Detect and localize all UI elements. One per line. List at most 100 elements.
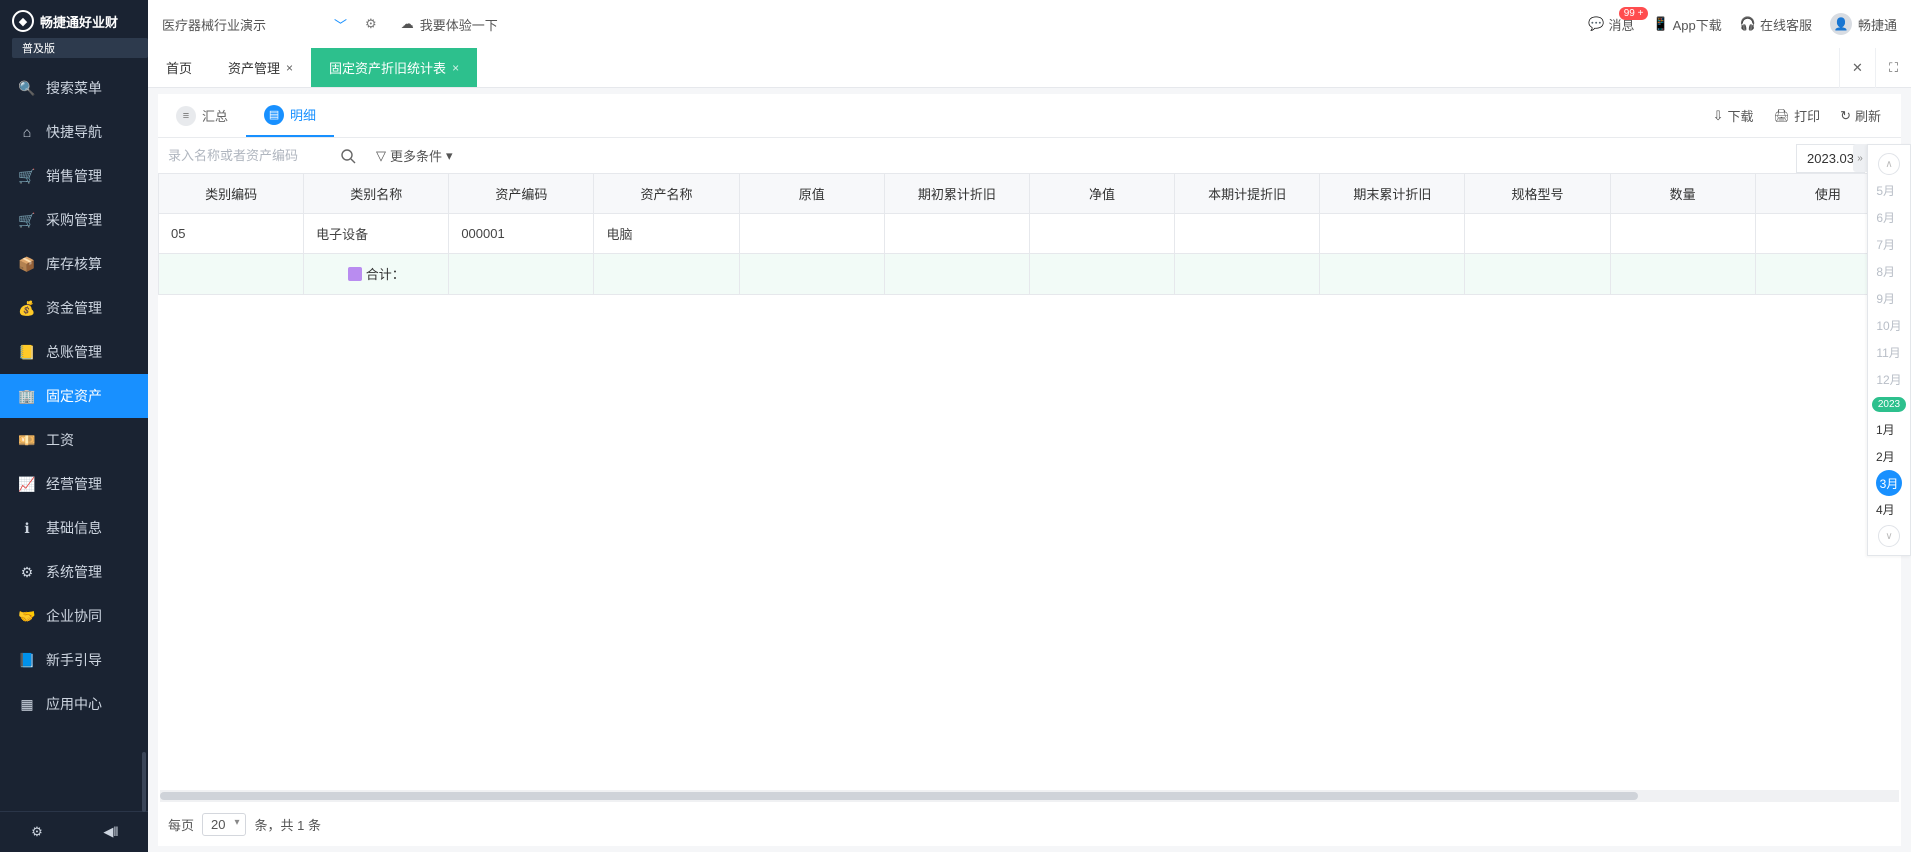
period-month[interactable]: 3月: [1876, 470, 1902, 496]
view-row: ≡汇总 ▤ 明细 ⇩ 下载 🖨 打印 ↻ 刷新: [158, 94, 1901, 138]
cell-0-5: [884, 214, 1029, 254]
col-header-4[interactable]: 原值: [739, 174, 884, 214]
period-month[interactable]: 4月: [1876, 496, 1902, 523]
org-selector[interactable]: 医疗器械行业演示 ﹀: [162, 15, 347, 34]
col-header-0[interactable]: 类别编码: [159, 174, 304, 214]
refresh-button[interactable]: ↻ 刷新: [1840, 106, 1881, 125]
col-header-7[interactable]: 本期计提折旧: [1175, 174, 1320, 214]
cell-0-2: 000001: [449, 214, 594, 254]
sidebar-item-12[interactable]: 🤝企业协同: [0, 594, 148, 638]
sidebar-item-label: 快捷导航: [46, 122, 102, 142]
col-header-8[interactable]: 期末累计折旧: [1320, 174, 1465, 214]
refresh-label: 刷新: [1855, 106, 1881, 125]
user-block[interactable]: 👤 畅捷通: [1830, 13, 1897, 35]
cell-0-7: [1175, 214, 1320, 254]
view-tabs: ≡汇总 ▤ 明细: [158, 94, 334, 137]
more-filter-button[interactable]: ▽ 更多条件 ▾: [376, 146, 453, 165]
gear-icon[interactable]: ⚙: [365, 16, 377, 32]
content: ≡汇总 ▤ 明细 ⇩ 下载 🖨 打印 ↻ 刷新: [148, 88, 1911, 852]
col-header-5[interactable]: 期初累计折旧: [884, 174, 1029, 214]
sidebar-item-label: 应用中心: [46, 694, 102, 714]
guide-icon: 📘: [18, 651, 36, 669]
sidebar-item-14[interactable]: ▦应用中心: [0, 682, 148, 726]
col-header-3[interactable]: 资产名称: [594, 174, 739, 214]
sidebar-item-9[interactable]: 📈经营管理: [0, 462, 148, 506]
sidebar-item-7[interactable]: 🏢固定资产: [0, 374, 148, 418]
collapse-button[interactable]: ◀‖: [74, 812, 148, 852]
print-button[interactable]: 🖨 打印: [1774, 106, 1821, 125]
table-hscrollbar[interactable]: [160, 790, 1899, 802]
sidebar-item-label: 系统管理: [46, 562, 102, 582]
print-icon: 🖨: [1774, 108, 1791, 124]
sidebar-item-0[interactable]: 🔍搜索菜单: [0, 66, 148, 110]
period-month[interactable]: 1月: [1876, 416, 1902, 443]
total-cell-0: [159, 254, 304, 295]
support-link[interactable]: 🎧 在线客服: [1740, 15, 1812, 34]
sidebar-item-6[interactable]: 📒总账管理: [0, 330, 148, 374]
col-header-9[interactable]: 规格型号: [1465, 174, 1610, 214]
period-collapse-toggle[interactable]: »: [1853, 144, 1867, 172]
sidebar-item-8[interactable]: 💴工资: [0, 418, 148, 462]
sidebar-scrollbar[interactable]: [142, 752, 146, 812]
sidebar-item-2[interactable]: 🛒销售管理: [0, 154, 148, 198]
money-icon: 💰: [18, 299, 36, 317]
period-month-disabled: 5月: [1876, 177, 1901, 204]
sidebar-item-5[interactable]: 💰 资金管理: [0, 286, 148, 330]
message-badge: 99 +: [1619, 7, 1649, 20]
period-month-disabled: 8月: [1876, 258, 1901, 285]
view-tab-0[interactable]: ≡汇总: [158, 94, 246, 137]
cell-0-4: [739, 214, 884, 254]
pagination-suffix: 条，共 1 条: [254, 815, 320, 834]
period-next-button[interactable]: ∨: [1878, 525, 1900, 547]
sidebar-item-11[interactable]: ⚙系统管理: [0, 550, 148, 594]
col-header-1[interactable]: 类别名称: [304, 174, 449, 214]
settings-button[interactable]: ⚙: [0, 812, 74, 852]
sidebar-item-1[interactable]: ⌂快捷导航: [0, 110, 148, 154]
sidebar-item-4[interactable]: 📦库存核算: [0, 242, 148, 286]
phone-icon: 📱: [1652, 16, 1668, 32]
message-link[interactable]: 💬 消息 99 +: [1588, 15, 1634, 34]
close-icon[interactable]: ×: [452, 61, 459, 75]
topbar: 医疗器械行业演示 ﹀ ⚙ ☁ 我要体验一下 💬 消息 99 + 📱 App下载: [148, 0, 1911, 48]
org-name: 医疗器械行业演示: [162, 15, 266, 34]
total-cell-5: [884, 254, 1029, 295]
close-all-tabs[interactable]: ✕: [1839, 48, 1875, 88]
cell-0-9: [1465, 214, 1610, 254]
panel: ≡汇总 ▤ 明细 ⇩ 下载 🖨 打印 ↻ 刷新: [158, 94, 1901, 846]
period-month[interactable]: 2月: [1876, 443, 1902, 470]
col-header-2[interactable]: 资产编码: [449, 174, 594, 214]
tabs-right: ✕ ⛶: [1839, 48, 1911, 87]
close-icon[interactable]: ×: [286, 61, 293, 75]
cell-0-6: [1029, 214, 1174, 254]
page-tab-1[interactable]: 资产管理×: [210, 48, 311, 87]
search-input[interactable]: [168, 148, 328, 163]
table-row[interactable]: 05电子设备000001电脑: [159, 214, 1901, 254]
sidebar-item-label: 资金管理: [46, 298, 102, 318]
sidebar-item-3[interactable]: 🛒采购管理: [0, 198, 148, 242]
fullscreen-button[interactable]: ⛶: [1875, 48, 1911, 88]
filter-icon: ▽: [376, 148, 386, 164]
view-tab-1[interactable]: ▤ 明细: [246, 94, 334, 137]
download-button[interactable]: ⇩ 下载: [1713, 106, 1754, 125]
period-prev-button[interactable]: ∧: [1878, 153, 1900, 175]
view-tab-icon: ▤: [264, 105, 284, 125]
sidebar-item-13[interactable]: 📘新手引导: [0, 638, 148, 682]
search-icon[interactable]: [340, 148, 356, 164]
page-tabs: 首页资产管理×固定资产折旧统计表× ✕ ⛶: [148, 48, 1911, 88]
salary-icon: 💴: [18, 431, 36, 449]
page-size-select[interactable]: 20: [202, 813, 246, 836]
headset-icon: 🎧: [1740, 16, 1756, 32]
download-icon: ⇩: [1713, 108, 1724, 124]
view-tab-label: 明细: [290, 105, 316, 124]
hscroll-thumb[interactable]: [160, 792, 1638, 800]
app-download-link[interactable]: 📱 App下载: [1652, 15, 1721, 34]
total-label-text: 合计：: [366, 264, 405, 283]
try-link[interactable]: ☁ 我要体验一下: [401, 15, 498, 34]
page-tab-0[interactable]: 首页: [148, 48, 210, 87]
sidebar-item-10[interactable]: ℹ基础信息: [0, 506, 148, 550]
sidebar-item-label: 搜索菜单: [46, 78, 102, 98]
col-header-10[interactable]: 数量: [1610, 174, 1755, 214]
page-tab-2[interactable]: 固定资产折旧统计表×: [311, 48, 477, 87]
brand-name: 畅捷通好业财: [40, 12, 118, 31]
col-header-6[interactable]: 净值: [1029, 174, 1174, 214]
